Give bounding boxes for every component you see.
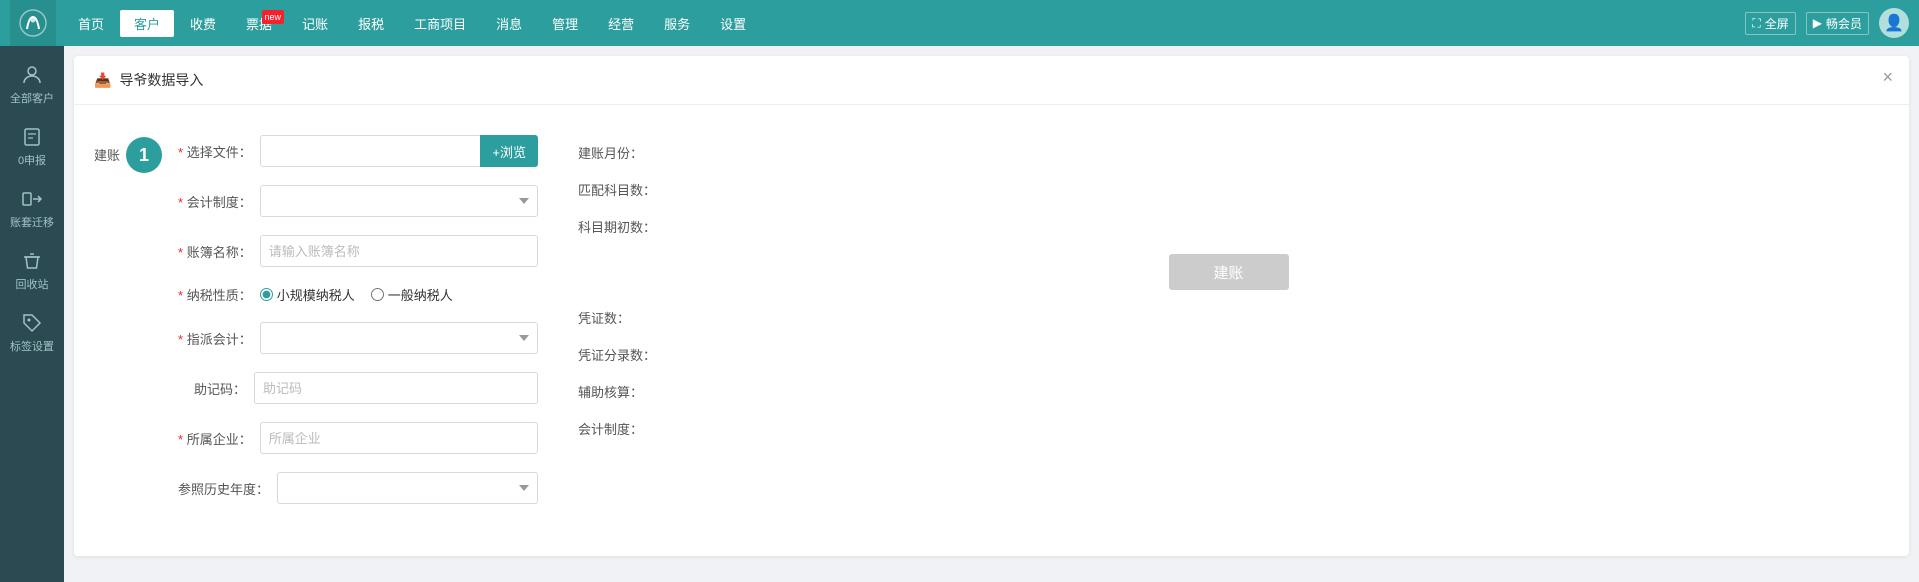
sidebar-item-account-migration[interactable]: 账套迁移 (3, 180, 61, 238)
import-icon: 📥 (94, 72, 111, 89)
subject-initial-label: 科目期初数： (578, 217, 658, 236)
match-subject-label: 匹配科目数： (578, 180, 658, 199)
sidebar-item-all-clients[interactable]: 全部客户 (3, 56, 61, 114)
nav-tax[interactable]: 报税 (344, 10, 398, 37)
tag-icon (21, 312, 43, 334)
build-button[interactable]: 建账 (1169, 254, 1289, 290)
nav-items: 首页 客户 收费 票据 new 记账 报税 工商项目 消息 管理 经营 服务 设… (64, 10, 1745, 37)
sidebar-item-tag-settings[interactable]: 标签设置 (3, 304, 61, 362)
memo-code-input[interactable] (254, 372, 538, 404)
trash-icon (21, 250, 43, 272)
general-taxpayer-radio[interactable] (371, 288, 384, 301)
nav-economy[interactable]: 经营 (594, 10, 648, 37)
reference-year-label: 参照历史年度： (178, 479, 269, 498)
file-input-group: +浏览 (260, 135, 538, 167)
file-row: * 选择文件： +浏览 (178, 135, 538, 167)
accounting-system-label: * 会计制度： (178, 192, 252, 211)
company-label: * 所属企业： (178, 429, 252, 448)
browse-button[interactable]: +浏览 (480, 135, 538, 167)
reference-year-select[interactable] (277, 472, 538, 504)
sidebar: 全部客户 0申报 账套迁移 回收站 (0, 46, 64, 582)
nav-right: ⛶ 全屏 ▶ 畅会员 👤 (1745, 8, 1909, 38)
reference-year-row: 参照历史年度： (178, 472, 538, 504)
nav-settings[interactable]: 设置 (706, 10, 760, 37)
accounting-system-select[interactable] (260, 185, 538, 217)
sidebar-item-recycle[interactable]: 回收站 (3, 242, 61, 300)
form-fields: * 选择文件： +浏览 * 会计制度： (178, 135, 538, 504)
ledger-name-input[interactable] (260, 235, 538, 267)
nav-home[interactable]: 首页 (64, 10, 118, 37)
form-left: 建账 1 (94, 135, 162, 504)
person-icon (21, 64, 43, 86)
subject-initial-row: 科目期初数： (578, 217, 1879, 236)
step-circle: 1 (126, 137, 162, 173)
nav-ledger[interactable]: 记账 (288, 10, 342, 37)
nav-invoice[interactable]: 票据 new (232, 10, 286, 37)
accounting-row: 会计制度： (578, 419, 1879, 438)
tax-type-row: * 纳税性质： 小规模纳税人 一般纳税人 (178, 285, 538, 304)
nav-service[interactable]: 服务 (650, 10, 704, 37)
main-content: 📥 导爷数据导入 × 建账 1 (64, 46, 1919, 582)
nav-manage[interactable]: 管理 (538, 10, 592, 37)
step-label: 建账 (94, 137, 120, 164)
assign-accountant-label: * 指派会计： (178, 329, 252, 348)
accounting-system-row: * 会计制度： (178, 185, 538, 217)
fullscreen-icon: ⛶ (1752, 16, 1760, 31)
match-subject-row: 匹配科目数： (578, 180, 1879, 199)
avatar-icon: 👤 (1884, 13, 1904, 33)
form-body: 建账 1 * 选择文件： +浏览 (74, 105, 1909, 534)
accounting-label: 会计制度： (578, 419, 658, 438)
file-label: * 选择文件： (178, 142, 252, 161)
assign-accountant-select[interactable] (260, 322, 538, 354)
build-month-label: 建账月份： (578, 143, 658, 162)
app-logo[interactable] (10, 0, 56, 46)
import-card: 📥 导爷数据导入 × 建账 1 (74, 56, 1909, 556)
form-right: 建账月份： 匹配科目数： 科目期初数： 建账 (538, 135, 1879, 504)
new-badge: new (262, 10, 285, 24)
layout: 全部客户 0申报 账套迁移 回收站 (0, 46, 1919, 582)
memo-code-row: 助记码： (178, 372, 538, 404)
general-taxpayer-radio-label[interactable]: 一般纳税人 (371, 285, 453, 304)
small-taxpayer-radio[interactable] (260, 288, 273, 301)
tax-type-label: * 纳税性质： (178, 285, 252, 304)
declare-icon (21, 126, 43, 148)
nav-charge[interactable]: 收费 (176, 10, 230, 37)
voucher-row: 凭证数： (578, 308, 1879, 327)
fullscreen-button[interactable]: ⛶ 全屏 (1745, 12, 1795, 35)
build-month-row: 建账月份： (578, 143, 1879, 162)
assign-accountant-row: * 指派会计： (178, 322, 538, 354)
card-header: 📥 导爷数据导入 × (74, 56, 1909, 105)
memo-code-label: 助记码： (178, 379, 246, 398)
ledger-name-label: * 账簿名称： (178, 242, 252, 261)
voucher-entries-row: 凭证分录数： (578, 345, 1879, 364)
sidebar-item-declaration[interactable]: 0申报 (3, 118, 61, 176)
company-input[interactable] (260, 422, 538, 454)
voucher-label: 凭证数： (578, 308, 658, 327)
card-title: 导爷数据导入 (119, 70, 203, 90)
small-taxpayer-radio-label[interactable]: 小规模纳税人 (260, 285, 355, 304)
nav-business[interactable]: 工商项目 (400, 10, 480, 37)
member-button[interactable]: ▶ 畅会员 (1806, 12, 1869, 35)
file-input[interactable] (260, 135, 481, 167)
tax-type-radio-group: 小规模纳税人 一般纳税人 (260, 285, 538, 304)
auxiliary-label: 辅助核算： (578, 382, 658, 401)
avatar[interactable]: 👤 (1879, 8, 1909, 38)
auxiliary-row: 辅助核算： (578, 382, 1879, 401)
ledger-name-row: * 账簿名称： (178, 235, 538, 267)
top-navigation: 首页 客户 收费 票据 new 记账 报税 工商项目 消息 管理 经营 服务 设… (0, 0, 1919, 46)
close-button[interactable]: × (1882, 68, 1893, 86)
company-row: * 所属企业： (178, 422, 538, 454)
voucher-entries-label: 凭证分录数： (578, 345, 658, 364)
nav-customer[interactable]: 客户 (120, 10, 174, 37)
member-icon: ▶ (1813, 16, 1822, 30)
nav-message[interactable]: 消息 (482, 10, 536, 37)
build-btn-wrap: 建账 (578, 254, 1879, 290)
migrate-icon (21, 188, 43, 210)
